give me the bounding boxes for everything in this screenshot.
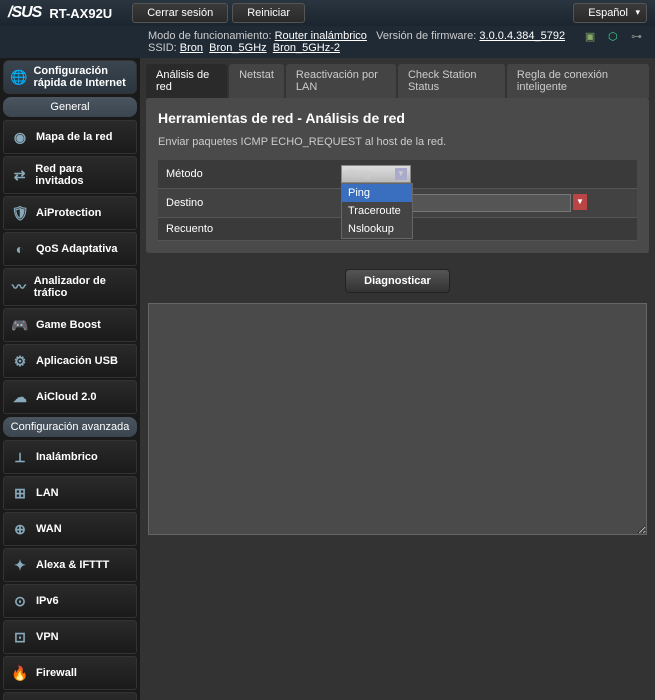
globe-icon: 🌐 [10,67,27,87]
method-label: Método [166,168,341,180]
app-icon[interactable]: ▣ [585,30,599,44]
aimesh-icon[interactable]: ⬡ [608,30,622,44]
sidebar-item-label: QoS Adaptativa [36,243,118,255]
sidebar-item[interactable]: ⇄ Red para invitados [3,156,137,194]
sidebar-general-header: General [3,97,137,117]
nav-icon: ✦ [10,555,30,575]
nav-icon: ◐ [10,239,30,259]
sidebar-item-label: Red para invitados [35,163,130,187]
ssid-link-1[interactable]: Bron_5GHz [209,42,266,54]
tab[interactable]: Análisis de red [146,64,227,98]
nav-icon: 🛡 [10,203,30,223]
tab[interactable]: Netstat [229,64,284,98]
sidebar-item-label: WAN [36,523,62,535]
sidebar-item[interactable]: ◐ QoS Adaptativa [3,232,137,266]
sidebar-item[interactable]: ⊕ WAN [3,512,137,546]
sidebar-item-label: IPv6 [36,595,59,607]
nav-icon: 〰 [10,277,28,297]
nav-icon: 🔥 [10,663,30,683]
tab[interactable]: Check Station Status [398,64,505,98]
tab[interactable]: Regla de conexión inteligente [507,64,649,98]
method-option-ping[interactable]: Ping [342,184,412,202]
ssid-link-0[interactable]: Bron [180,42,203,54]
nav-icon: 🎮 [10,315,30,335]
method-dropdown: Ping Traceroute Nslookup [341,183,413,239]
sidebar-item-label: Mapa de la red [36,131,112,143]
sidebar-item-label: AiCloud 2.0 [36,391,97,403]
firmware-link[interactable]: 3.0.0.4.384_5792 [479,30,565,42]
sidebar-item-label: LAN [36,487,59,499]
nav-icon: ⇄ [10,165,29,185]
sidebar-item[interactable]: ◉ Mapa de la red [3,120,137,154]
sidebar-item[interactable]: ⊡ VPN [3,620,137,654]
method-select[interactable]: Ping ▼ [341,165,411,183]
mode-link[interactable]: Router inalámbrico [275,30,367,42]
sidebar: 🌐 Configuración rápida de Internet Gener… [0,58,140,700]
sidebar-item-label: VPN [36,631,59,643]
panel-title: Herramientas de red - Análisis de red [158,110,637,126]
sidebar-item-label: Alexa & IFTTT [36,559,109,571]
panel-desc: Enviar paquetes ICMP ECHO_REQUEST al hos… [158,136,637,148]
sidebar-item[interactable]: ⟂ Inalámbrico [3,440,137,474]
sidebar-item[interactable]: ⚙ Aplicación USB [3,344,137,378]
sidebar-item-label: Configuración rápida de Internet [33,65,130,89]
sidebar-item[interactable]: ⚒Administración [3,692,137,700]
brand-logo: /SUS [8,4,41,22]
usb-icon[interactable]: ⊶ [631,30,645,44]
chevron-down-icon: ▼ [395,168,407,180]
reboot-button[interactable]: Reiniciar [232,3,305,23]
sidebar-advanced-header: Configuración avanzada [3,417,137,437]
sidebar-item-label: Game Boost [36,319,101,331]
sidebar-item-label: AiProtection [36,207,101,219]
sidebar-item[interactable]: ✦ Alexa & IFTTT [3,548,137,582]
sidebar-item[interactable]: ⊞ LAN [3,476,137,510]
logout-button[interactable]: Cerrar sesión [132,3,228,23]
nav-icon: ☁ [10,387,30,407]
output-textarea[interactable] [148,303,647,535]
method-option-traceroute[interactable]: Traceroute [342,202,412,220]
count-label: Recuento [166,223,341,235]
sidebar-item-label: Aplicación USB [36,355,118,367]
info-bar: Modo de funcionamiento: Router inalámbri… [0,26,655,58]
ssid-link-2[interactable]: Bron_5GHz-2 [273,42,340,54]
nav-icon: ⚙ [10,351,30,371]
nav-icon: ⟂ [10,447,30,467]
dest-label: Destino [166,197,341,209]
nav-icon: ◉ [10,127,30,147]
nav-icon: ⊡ [10,627,30,647]
sidebar-item[interactable]: 🔥 Firewall [3,656,137,690]
language-select[interactable]: Español [573,3,647,23]
sidebar-item[interactable]: ☁ AiCloud 2.0 [3,380,137,414]
sidebar-item-label: Inalámbrico [36,451,98,463]
sidebar-item[interactable]: 🛡 AiProtection [3,196,137,230]
nav-icon: ⊙ [10,591,30,611]
sidebar-item[interactable]: 🎮 Game Boost [3,308,137,342]
diagnose-button[interactable]: Diagnosticar [345,269,450,293]
tab[interactable]: Reactivación por LAN [286,64,396,98]
sidebar-item-label: Analizador de tráfico [34,275,130,299]
sidebar-item[interactable]: ⊙ IPv6 [3,584,137,618]
nav-icon: ⊞ [10,483,30,503]
nav-icon: ⊕ [10,519,30,539]
sidebar-quick-setup[interactable]: 🌐 Configuración rápida de Internet [3,60,137,94]
sidebar-item-label: Firewall [36,667,77,679]
model-name: RT-AX92U [49,6,112,21]
method-option-nslookup[interactable]: Nslookup [342,220,412,238]
sidebar-item[interactable]: 〰 Analizador de tráfico [3,268,137,306]
dest-dropdown-toggle[interactable]: ▼ [573,194,587,210]
